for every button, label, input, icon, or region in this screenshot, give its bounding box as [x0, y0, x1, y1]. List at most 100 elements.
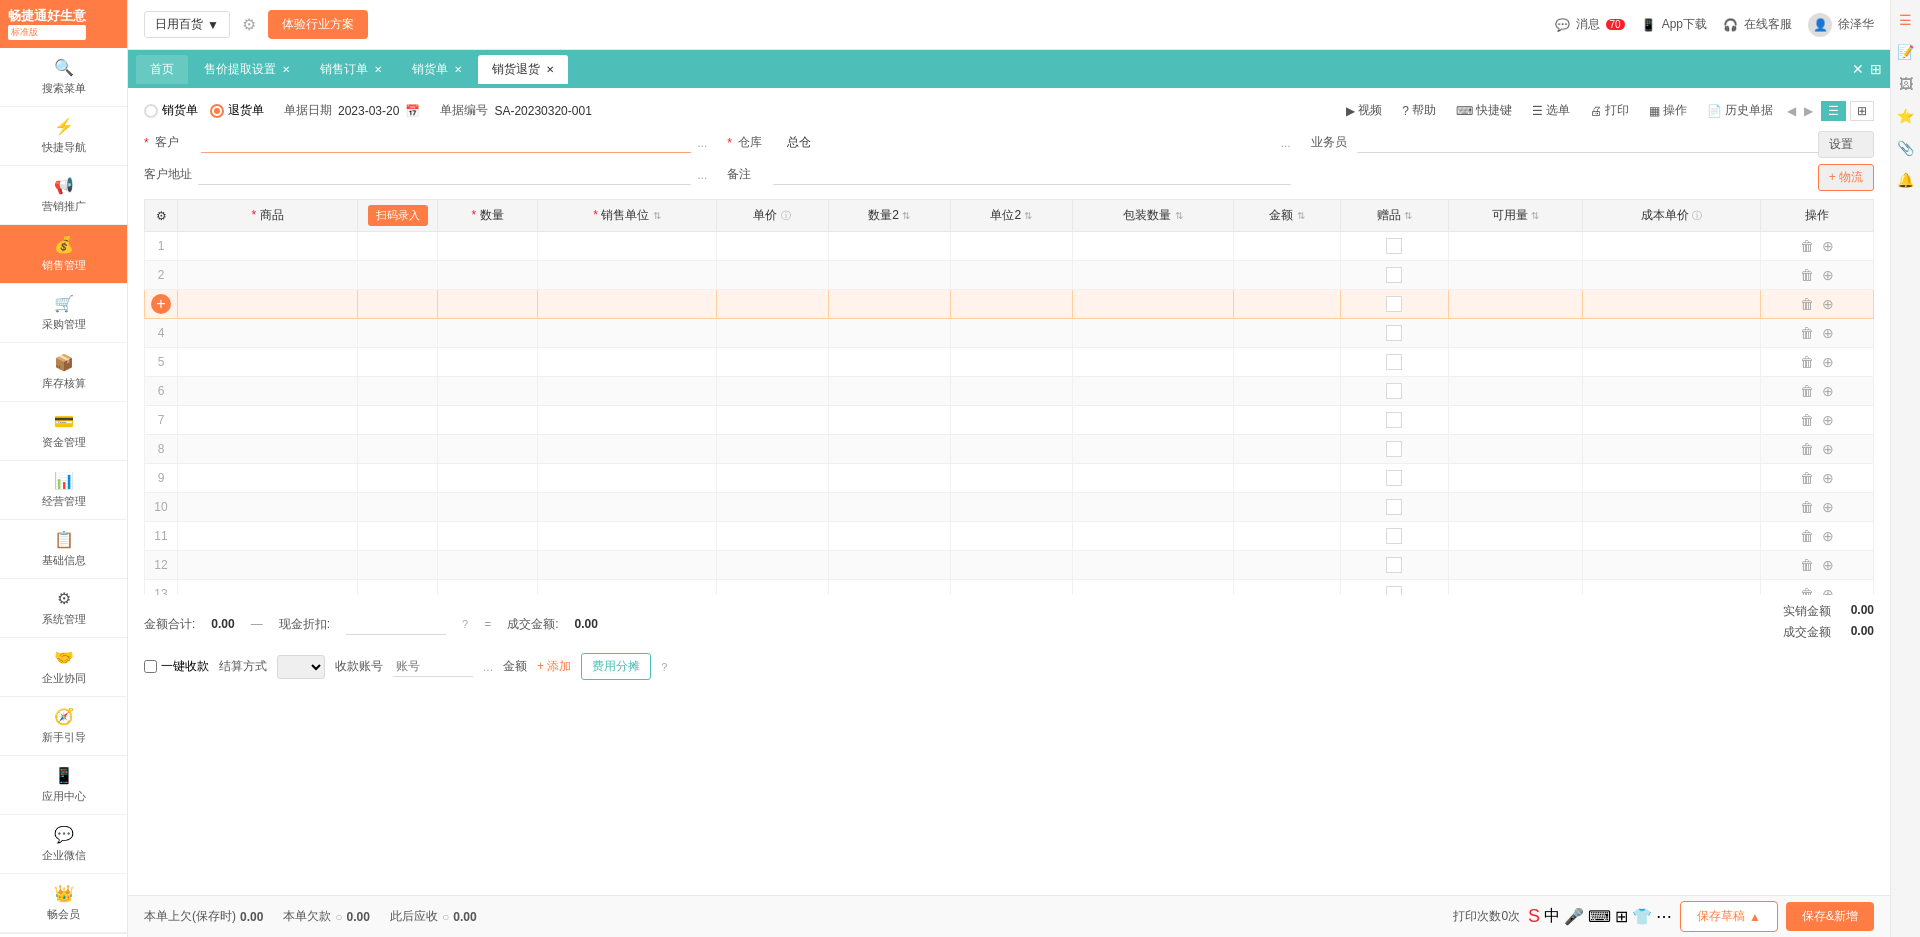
tab-sales-delivery-close[interactable]: ✕ — [454, 64, 462, 75]
row-unit2-8[interactable] — [950, 435, 1072, 464]
row-unit-price-13[interactable] — [716, 580, 828, 596]
row-quantity2-6[interactable] — [828, 377, 950, 406]
row-amount-8[interactable] — [1233, 435, 1340, 464]
row-amount-4[interactable] — [1233, 319, 1340, 348]
row-unit2-11[interactable] — [950, 522, 1072, 551]
row-unit2-9[interactable] — [950, 464, 1072, 493]
row-unit2-13[interactable] — [950, 580, 1072, 596]
row-unit2-2[interactable] — [950, 261, 1072, 290]
delete-icon-10[interactable]: 🗑 — [1798, 497, 1816, 517]
copy-icon-7[interactable]: ⊕ — [1820, 410, 1836, 430]
add-fee-btn[interactable]: + 添加 — [537, 658, 571, 675]
row-unit2-12[interactable] — [950, 551, 1072, 580]
row-quantity2-4[interactable] — [828, 319, 950, 348]
row-quantity2-9[interactable] — [828, 464, 950, 493]
delete-icon-13[interactable]: 🗑 — [1798, 584, 1816, 595]
row-cost-9[interactable] — [1582, 464, 1760, 493]
row-amount-9[interactable] — [1233, 464, 1340, 493]
right-panel-image-icon[interactable]: 🖼 — [1895, 72, 1917, 96]
row-unit2-4[interactable] — [950, 319, 1072, 348]
row-amount-11[interactable] — [1233, 522, 1340, 551]
account-input[interactable] — [393, 656, 473, 677]
row-available-1[interactable] — [1448, 232, 1582, 261]
more-icon[interactable]: ⋯ — [1656, 907, 1672, 926]
delete-icon-6[interactable]: 🗑 — [1798, 381, 1816, 401]
row-quantity2-10[interactable] — [828, 493, 950, 522]
copy-icon-13[interactable]: ⊕ — [1820, 584, 1836, 595]
salesperson-input[interactable] — [1357, 132, 1858, 153]
gift-checkbox-7[interactable] — [1386, 412, 1402, 428]
sidebar-item-finance[interactable]: 💳资金管理 — [0, 402, 127, 461]
row-pack-13[interactable] — [1073, 580, 1234, 596]
sidebar-item-quick-nav[interactable]: ⚡快捷导航 — [0, 107, 127, 166]
row-quantity-9[interactable] — [438, 464, 538, 493]
sidebar-item-app-center[interactable]: 📱应用中心 — [0, 756, 127, 815]
customer-service-group[interactable]: 🎧 在线客服 — [1723, 16, 1792, 33]
industry-selector[interactable]: 日用百货 ▼ — [144, 11, 230, 38]
delete-icon-12[interactable]: 🗑 — [1798, 555, 1816, 575]
row-quantity-4[interactable] — [438, 319, 538, 348]
row-pack-11[interactable] — [1073, 522, 1234, 551]
row-quantity-1[interactable] — [438, 232, 538, 261]
delete-icon-1[interactable]: 🗑 — [1798, 236, 1816, 256]
one-click-collect-checkbox[interactable] — [144, 660, 157, 673]
row-unit-price-12[interactable] — [716, 551, 828, 580]
delete-icon-5[interactable]: 🗑 — [1798, 352, 1816, 372]
copy-icon-10[interactable]: ⊕ — [1820, 497, 1836, 517]
row-unit2-3[interactable] — [950, 290, 1072, 319]
row-product-8[interactable] — [178, 435, 358, 464]
copy-icon-2[interactable]: ⊕ — [1820, 265, 1836, 285]
sidebar-item-system[interactable]: ⚙系统管理 — [0, 579, 127, 638]
calendar-icon[interactable]: 📅 — [405, 104, 420, 118]
row-quantity-11[interactable] — [438, 522, 538, 551]
row-cost-8[interactable] — [1582, 435, 1760, 464]
row-unit2-7[interactable] — [950, 406, 1072, 435]
row-unit-price-11[interactable] — [716, 522, 828, 551]
gift-checkbox-4[interactable] — [1386, 325, 1402, 341]
row-sales-unit-2[interactable] — [538, 261, 717, 290]
tab-expand-icon[interactable]: ⊞ — [1870, 61, 1882, 77]
operate-btn[interactable]: ▦ 操作 — [1643, 100, 1693, 121]
row-pack-3[interactable] — [1073, 290, 1234, 319]
row-pack-8[interactable] — [1073, 435, 1234, 464]
row-available-12[interactable] — [1448, 551, 1582, 580]
tab-sales-return-close[interactable]: ✕ — [546, 64, 554, 75]
row-sales-unit-6[interactable] — [538, 377, 717, 406]
row-quantity2-5[interactable] — [828, 348, 950, 377]
row-unit-price-5[interactable] — [716, 348, 828, 377]
row-product-13[interactable] — [178, 580, 358, 596]
history-btn[interactable]: 📄 历史单据 — [1701, 100, 1779, 121]
right-panel-star-icon[interactable]: ⭐ — [1893, 104, 1918, 128]
row-product-11[interactable] — [178, 522, 358, 551]
settings-gear-icon[interactable]: ⚙ — [242, 15, 256, 34]
th-settings[interactable]: ⚙ — [145, 200, 178, 232]
row-sales-unit-7[interactable] — [538, 406, 717, 435]
one-click-collect-checkbox-label[interactable]: 一键收款 — [144, 658, 209, 675]
row-cost-6[interactable] — [1582, 377, 1760, 406]
row-quantity-10[interactable] — [438, 493, 538, 522]
copy-icon-12[interactable]: ⊕ — [1820, 555, 1836, 575]
row-pack-12[interactable] — [1073, 551, 1234, 580]
row-quantity2-2[interactable] — [828, 261, 950, 290]
row-cost-7[interactable] — [1582, 406, 1760, 435]
row-amount-2[interactable] — [1233, 261, 1340, 290]
row-quantity2-11[interactable] — [828, 522, 950, 551]
row-pack-5[interactable] — [1073, 348, 1234, 377]
sidebar-item-purchase-mgmt[interactable]: 🛒采购管理 — [0, 284, 127, 343]
save-draft-btn[interactable]: 保存草稿 ▲ — [1680, 901, 1778, 932]
right-panel-attach-icon[interactable]: 📎 — [1893, 136, 1918, 160]
row-amount-13[interactable] — [1233, 580, 1340, 596]
row-sales-unit-9[interactable] — [538, 464, 717, 493]
row-cost-3[interactable] — [1582, 290, 1760, 319]
sidebar-item-basic-info[interactable]: 📋基础信息 — [0, 520, 127, 579]
row-available-11[interactable] — [1448, 522, 1582, 551]
nav-next-icon[interactable]: ▶ — [1804, 104, 1813, 118]
row-unit-price-1[interactable] — [716, 232, 828, 261]
row-unit-price-7[interactable] — [716, 406, 828, 435]
row-available-2[interactable] — [1448, 261, 1582, 290]
row-unit2-6[interactable] — [950, 377, 1072, 406]
sidebar-item-search[interactable]: 🔍搜索菜单 — [0, 48, 127, 107]
keyboard-icon[interactable]: ⌨ — [1588, 907, 1611, 926]
row-available-5[interactable] — [1448, 348, 1582, 377]
row-available-9[interactable] — [1448, 464, 1582, 493]
